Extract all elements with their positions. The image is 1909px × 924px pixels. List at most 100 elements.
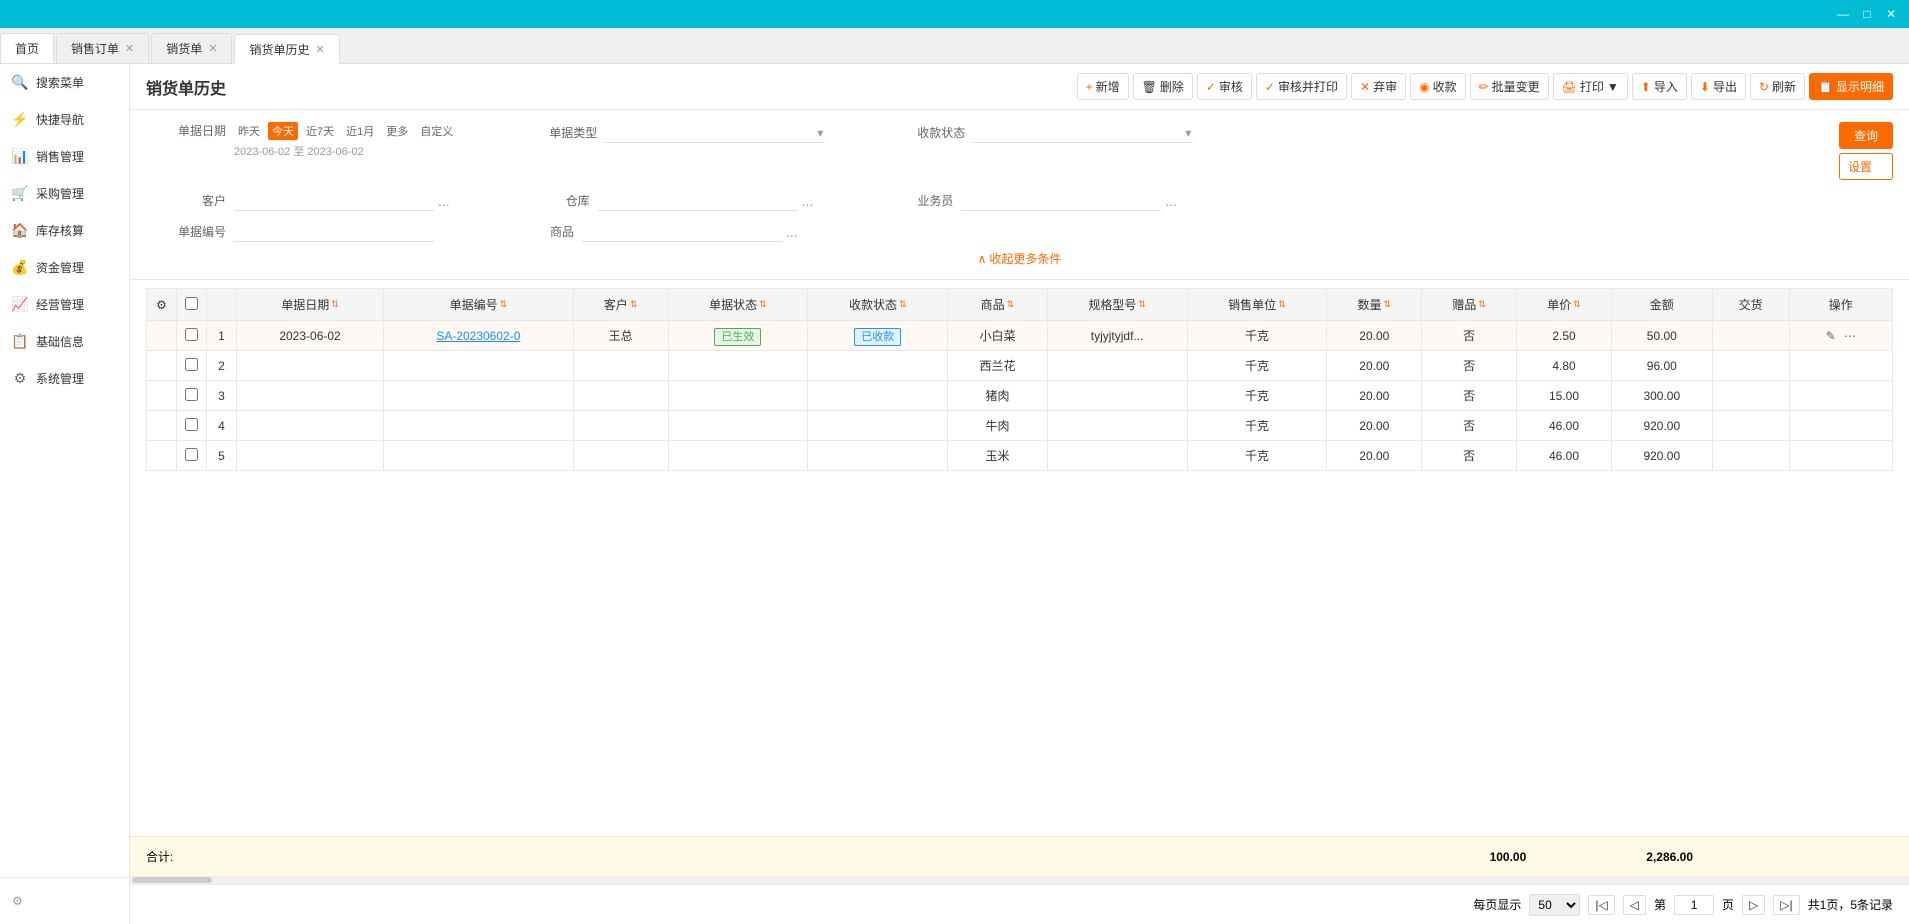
maximize-button[interactable]: □	[1857, 4, 1877, 24]
sidebar: 🔍 搜索菜单 ⚡ 快捷导航 📊 销售管理 🛒 采购管理 🏠 库存核算 💰 资金管…	[0, 64, 130, 924]
spec-cell	[1047, 351, 1187, 381]
tab-sales-order-close[interactable]: ✕	[125, 42, 134, 55]
sidebar-item-purchase-mgmt[interactable]: 🛒 采购管理	[0, 175, 129, 212]
salesperson-dots[interactable]: ...	[1165, 193, 1177, 209]
tab-sales-delivery-close[interactable]: ✕	[208, 42, 217, 55]
shortcut-7days[interactable]: 近7天	[302, 122, 338, 140]
audit-button[interactable]: ✓ 审核	[1197, 73, 1252, 100]
operations-icon: 📈	[12, 297, 28, 313]
select-all-checkbox[interactable]	[185, 297, 198, 310]
date-range-display: 2023-06-02 至 2023-06-02	[234, 143, 457, 159]
goods-filter-input[interactable]	[582, 221, 782, 242]
gift-col-header[interactable]: 赠品⇅	[1422, 289, 1517, 321]
show-details-label: 显示明细	[1836, 78, 1884, 95]
docno-cell: SA-20230602-0	[384, 321, 574, 351]
sidebar-item-search-menu[interactable]: 🔍 搜索菜单	[0, 64, 129, 101]
spec-col-header[interactable]: 规格型号⇅	[1047, 289, 1187, 321]
close-button[interactable]: ✕	[1881, 4, 1901, 24]
tab-sales-history[interactable]: 销货单历史 ✕	[234, 34, 339, 64]
horizontal-scrollbar[interactable]	[130, 876, 1909, 884]
first-page-button[interactable]: |◁	[1588, 895, 1614, 915]
sidebar-item-basic-info[interactable]: 📋 基础信息	[0, 323, 129, 360]
customer-cell: 王总	[573, 321, 668, 351]
shortcut-more[interactable]: 更多	[382, 122, 412, 140]
date-col-header[interactable]: 单据日期⇅	[237, 289, 384, 321]
print-button[interactable]: 🖨 打印 ▼	[1553, 73, 1628, 100]
shortcut-yesterday[interactable]: 昨天	[234, 122, 264, 140]
qty-cell: 20.00	[1327, 411, 1422, 441]
minimize-button[interactable]: —	[1833, 4, 1853, 24]
rownum-col-header	[207, 289, 237, 321]
shortcut-custom[interactable]: 自定义	[416, 122, 457, 140]
row-checkbox[interactable]	[185, 448, 198, 461]
tab-sales-order[interactable]: 销售订单 ✕	[56, 33, 149, 63]
rownum-cell: 4	[207, 411, 237, 441]
tab-sales-delivery[interactable]: 销货单 ✕	[151, 33, 232, 63]
salesperson-filter-input[interactable]	[961, 190, 1161, 211]
docno-col-header[interactable]: 单据编号⇅	[384, 289, 574, 321]
row-checkbox[interactable]	[185, 328, 198, 341]
goods-cell: 玉米	[948, 441, 1047, 471]
type-filter-label: 单据类型	[517, 124, 597, 141]
date-cell	[237, 411, 384, 441]
customer-filter-input[interactable]	[234, 190, 434, 211]
discard-button[interactable]: ✕ 弃审	[1351, 73, 1406, 100]
payment-filter-select[interactable]	[973, 122, 1193, 143]
scroll-thumb[interactable]	[132, 877, 212, 883]
per-page-select[interactable]: 50 100 200	[1529, 894, 1580, 916]
audit-print-button[interactable]: ✓ 审核并打印	[1256, 73, 1347, 100]
customer-dots[interactable]: ...	[438, 193, 450, 209]
qty-col-header[interactable]: 数量⇅	[1327, 289, 1422, 321]
paystatus-col-header[interactable]: 收款状态⇅	[808, 289, 948, 321]
sidebar-item-sys-mgmt[interactable]: ⚙ 系统管理	[0, 360, 129, 397]
shortcut-today[interactable]: 今天	[268, 122, 298, 140]
sidebar-item-quick-nav[interactable]: ⚡ 快捷导航	[0, 101, 129, 138]
type-filter-select[interactable]	[605, 122, 825, 143]
last-page-button[interactable]: ▷|	[1773, 895, 1799, 915]
export-button[interactable]: ⬇ 导出	[1691, 73, 1746, 100]
more-op-button[interactable]: ⋯	[1840, 327, 1860, 345]
page-header: 销货单历史 + 新增 🗑 删除 ✓ 审核 ✓ 审核并打印	[130, 64, 1909, 110]
docstatus-col-header[interactable]: 单据状态⇅	[668, 289, 808, 321]
doc-no-link[interactable]: SA-20230602-0	[436, 329, 520, 343]
sidebar-item-operations[interactable]: 📈 经营管理	[0, 286, 129, 323]
row-checkbox[interactable]	[185, 358, 198, 371]
import-button[interactable]: ⬆ 导入	[1632, 73, 1687, 100]
price-cell: 46.00	[1517, 441, 1612, 471]
docno-filter-input[interactable]	[234, 221, 434, 242]
sidebar-item-inventory[interactable]: 🏠 库存核算	[0, 212, 129, 249]
goods-col-header[interactable]: 商品⇅	[948, 289, 1047, 321]
warehouse-filter-input[interactable]	[598, 190, 798, 211]
price-col-header[interactable]: 单价⇅	[1517, 289, 1612, 321]
edit-op-button[interactable]: ✎	[1822, 327, 1840, 345]
delete-button[interactable]: 🗑 删除	[1133, 73, 1193, 100]
audit-label: 审核	[1219, 78, 1243, 95]
tab-home[interactable]: 首页	[0, 33, 54, 63]
next-page-button[interactable]: ▷	[1742, 895, 1765, 915]
unit-col-header[interactable]: 销售单位⇅	[1187, 289, 1327, 321]
print-label: 打印	[1580, 78, 1604, 95]
details-icon: 📋	[1818, 80, 1833, 94]
settings-button[interactable]: 设置	[1839, 153, 1893, 180]
new-button[interactable]: + 新增	[1077, 73, 1129, 100]
sidebar-item-finance[interactable]: 💰 资金管理	[0, 249, 129, 286]
row-checkbox[interactable]	[185, 388, 198, 401]
sidebar-bottom-settings[interactable]: ⚙	[0, 886, 129, 916]
show-details-button[interactable]: 📋 显示明细	[1809, 73, 1893, 100]
customer-col-header[interactable]: 客户⇅	[573, 289, 668, 321]
warehouse-dots[interactable]: ...	[802, 193, 814, 209]
tab-sales-history-close[interactable]: ✕	[316, 43, 325, 56]
shortcut-1month[interactable]: 近1月	[342, 122, 378, 140]
batch-change-button[interactable]: ✏ 批量变更	[1470, 73, 1549, 100]
prev-page-button[interactable]: ◁	[1623, 895, 1646, 915]
collect-button[interactable]: ◉ 收款	[1410, 73, 1466, 100]
sidebar-item-sales-mgmt[interactable]: 📊 销售管理	[0, 138, 129, 175]
query-button[interactable]: 查询	[1839, 122, 1893, 149]
row-checkbox[interactable]	[185, 418, 198, 431]
page-input[interactable]	[1674, 895, 1714, 915]
gear-col-header[interactable]: ⚙	[147, 289, 177, 321]
summary-amount: 2,286.00	[1646, 850, 1693, 864]
refresh-button[interactable]: ↻ 刷新	[1750, 73, 1805, 100]
goods-dots[interactable]: ...	[786, 224, 798, 240]
collapse-button[interactable]: ∧ 收起更多条件	[146, 250, 1893, 267]
